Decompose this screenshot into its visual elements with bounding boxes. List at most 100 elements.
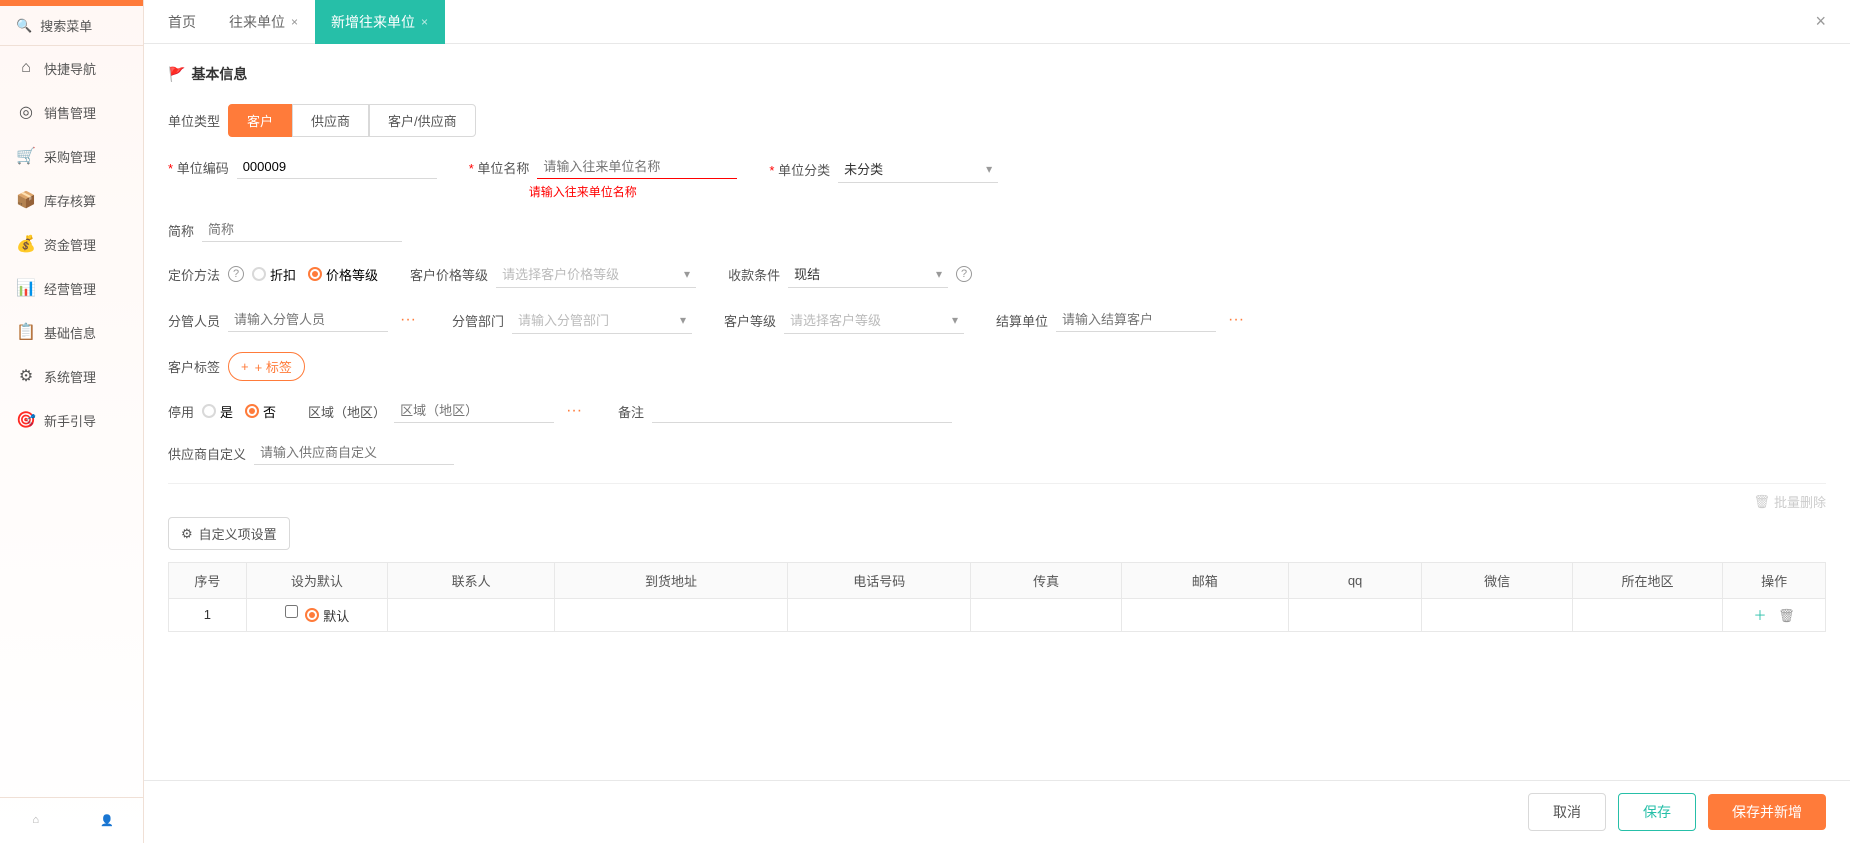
pricing-help-icon[interactable]: ? — [228, 266, 244, 282]
remark-input[interactable] — [652, 399, 952, 423]
radio-yes[interactable]: 是 — [202, 402, 233, 421]
sidebar-item-inventory[interactable]: 📦 库存核算 — [0, 178, 143, 222]
tab-new-partner-close[interactable]: × — [421, 15, 428, 29]
table-row: 1 默认 — [169, 599, 1826, 632]
col-qq: qq — [1288, 563, 1422, 599]
target-icon: 🎯 — [16, 410, 36, 430]
sidebar-item-label: 销售管理 — [44, 103, 96, 122]
sidebar-item-sales[interactable]: ◎ 销售管理 — [0, 90, 143, 134]
settlement-unit-input[interactable] — [1056, 308, 1216, 332]
tab-partners-close[interactable]: × — [291, 15, 298, 29]
abbreviation-input[interactable] — [202, 218, 402, 242]
wechat-input[interactable] — [1462, 607, 1532, 622]
radio-price-level-circle — [308, 267, 322, 281]
sidebar-item-operations[interactable]: 📊 经营管理 — [0, 266, 143, 310]
contacts-table: 序号 设为默认 联系人 到货地址 电话号码 传真 邮箱 qq 微信 所在地区 操… — [168, 562, 1826, 632]
btn-customer[interactable]: 客户 — [228, 104, 292, 137]
cell-contact[interactable] — [388, 599, 555, 632]
unit-type-label: 单位类型 — [168, 111, 220, 130]
batch-delete-area: 🗑 批量删除 — [168, 492, 1826, 511]
flag-icon: 🚩 — [168, 66, 185, 83]
bottom-bar: 取消 保存 保存并新增 — [144, 780, 1850, 843]
unit-code-input[interactable] — [237, 155, 437, 179]
cell-address[interactable] — [555, 599, 788, 632]
sidebar-search[interactable]: 🔍 搜索菜单 — [0, 6, 143, 46]
save-button[interactable]: 保存 — [1618, 793, 1696, 831]
pricing-row: 定价方法 ? 折扣 价格等级 客户价格等级 请选择客户价格等级 — [168, 260, 1826, 288]
sidebar-item-finance[interactable]: 💰 资金管理 — [0, 222, 143, 266]
content-area: 🚩 基本信息 单位类型 客户 供应商 客户/供应商 * 单位编码 — [144, 44, 1850, 780]
save-new-button[interactable]: 保存并新增 — [1708, 794, 1826, 830]
unit-code-group: * 单位编码 — [168, 155, 437, 179]
batch-delete-label[interactable]: 批量删除 — [1774, 492, 1826, 511]
contact-input[interactable] — [431, 607, 511, 622]
qq-input[interactable] — [1325, 607, 1385, 622]
region-more-btn[interactable]: ··· — [562, 402, 586, 420]
sidebar-item-quick-nav[interactable]: ⌂ 快捷导航 — [0, 46, 143, 90]
user-bottom-icon: 👤 — [100, 814, 114, 827]
custom-settings-button[interactable]: ⚙ 自定义项设置 — [168, 517, 290, 550]
sidebar-item-basic[interactable]: 📋 基础信息 — [0, 310, 143, 354]
sidebar-item-system[interactable]: ⚙ 系统管理 — [0, 354, 143, 398]
btn-both[interactable]: 客户/供应商 — [369, 104, 476, 137]
sidebar-bottom-user[interactable]: 👤 — [72, 806, 144, 835]
manager-more-btn[interactable]: ··· — [396, 311, 420, 329]
manager-label: 分管人员 — [168, 311, 220, 330]
box-icon: 📦 — [16, 190, 36, 210]
sidebar-bottom-home[interactable]: ⌂ — [0, 806, 72, 835]
cell-fax[interactable] — [971, 599, 1121, 632]
cell-email[interactable] — [1121, 599, 1288, 632]
cell-region[interactable] — [1572, 599, 1722, 632]
cancel-button[interactable]: 取消 — [1528, 793, 1606, 831]
radio-discount[interactable]: 折扣 — [252, 265, 296, 284]
col-index: 序号 — [169, 563, 247, 599]
customer-price-level-select[interactable]: 请选择客户价格等级 ▾ — [496, 260, 696, 288]
cell-qq[interactable] — [1288, 599, 1422, 632]
add-row-btn[interactable]: ＋ — [1754, 608, 1767, 623]
address-input[interactable] — [611, 607, 731, 622]
radio-price-level[interactable]: 价格等级 — [308, 265, 378, 284]
fax-input[interactable] — [1011, 607, 1081, 622]
chart-icon: 📊 — [16, 278, 36, 298]
chevron-down-icon: ▾ — [684, 267, 690, 281]
radio-no[interactable]: 否 — [245, 402, 276, 421]
payment-terms-select[interactable]: 现结 ▾ — [788, 260, 948, 288]
tab-bar-close[interactable]: × — [1799, 11, 1842, 32]
payment-help-icon[interactable]: ? — [956, 266, 972, 282]
cell-ops: ＋ 🗑 — [1723, 599, 1826, 632]
cell-phone[interactable] — [788, 599, 971, 632]
unit-name-input[interactable] — [537, 155, 737, 179]
settlement-more-btn[interactable]: ··· — [1224, 311, 1248, 329]
region-input2[interactable] — [1613, 607, 1683, 622]
tag-add-button[interactable]: + + 标签 — [228, 352, 305, 381]
tab-home[interactable]: 首页 — [152, 0, 213, 44]
region-input[interactable] — [394, 399, 554, 423]
email-input[interactable] — [1165, 607, 1245, 622]
default-radio[interactable]: 默认 — [305, 606, 349, 625]
sidebar-item-label: 经营管理 — [44, 279, 96, 298]
supplier-custom-input[interactable] — [254, 441, 454, 465]
customer-level-group: 客户等级 请选择客户等级 ▾ — [724, 306, 964, 334]
unit-code-row: * 单位编码 * 单位名称 请输入往来单位名称 * — [168, 155, 1826, 200]
supplier-custom-row: 供应商自定义 — [168, 441, 1826, 465]
cell-wechat[interactable] — [1422, 599, 1572, 632]
phone-input[interactable] — [834, 607, 924, 622]
sidebar-item-purchase[interactable]: 🛒 采购管理 — [0, 134, 143, 178]
department-select[interactable]: 请输入分管部门 ▾ — [512, 306, 692, 334]
abbreviation-label: 简称 — [168, 221, 194, 240]
home-bottom-icon: ⌂ — [32, 814, 39, 826]
btn-supplier[interactable]: 供应商 — [292, 104, 369, 137]
col-contact: 联系人 — [388, 563, 555, 599]
unit-name-group: * 单位名称 请输入往来单位名称 — [469, 155, 738, 200]
row-checkbox[interactable] — [285, 605, 298, 618]
tab-new-partner[interactable]: 新增往来单位 × — [315, 0, 445, 44]
tab-partners[interactable]: 往来单位 × — [213, 0, 315, 44]
pricing-radio-group: 折扣 价格等级 — [252, 265, 378, 284]
disabled-row: 停用 是 否 区域（地区） ··· — [168, 399, 1826, 423]
sidebar-item-newbie[interactable]: 🎯 新手引导 — [0, 398, 143, 442]
unit-category-label: * 单位分类 — [769, 160, 830, 179]
customer-level-select[interactable]: 请选择客户等级 ▾ — [784, 306, 964, 334]
unit-category-select[interactable]: 未分类 ▾ — [838, 155, 998, 183]
manager-input[interactable] — [228, 308, 388, 332]
delete-row-btn[interactable]: 🗑 — [1778, 608, 1795, 623]
